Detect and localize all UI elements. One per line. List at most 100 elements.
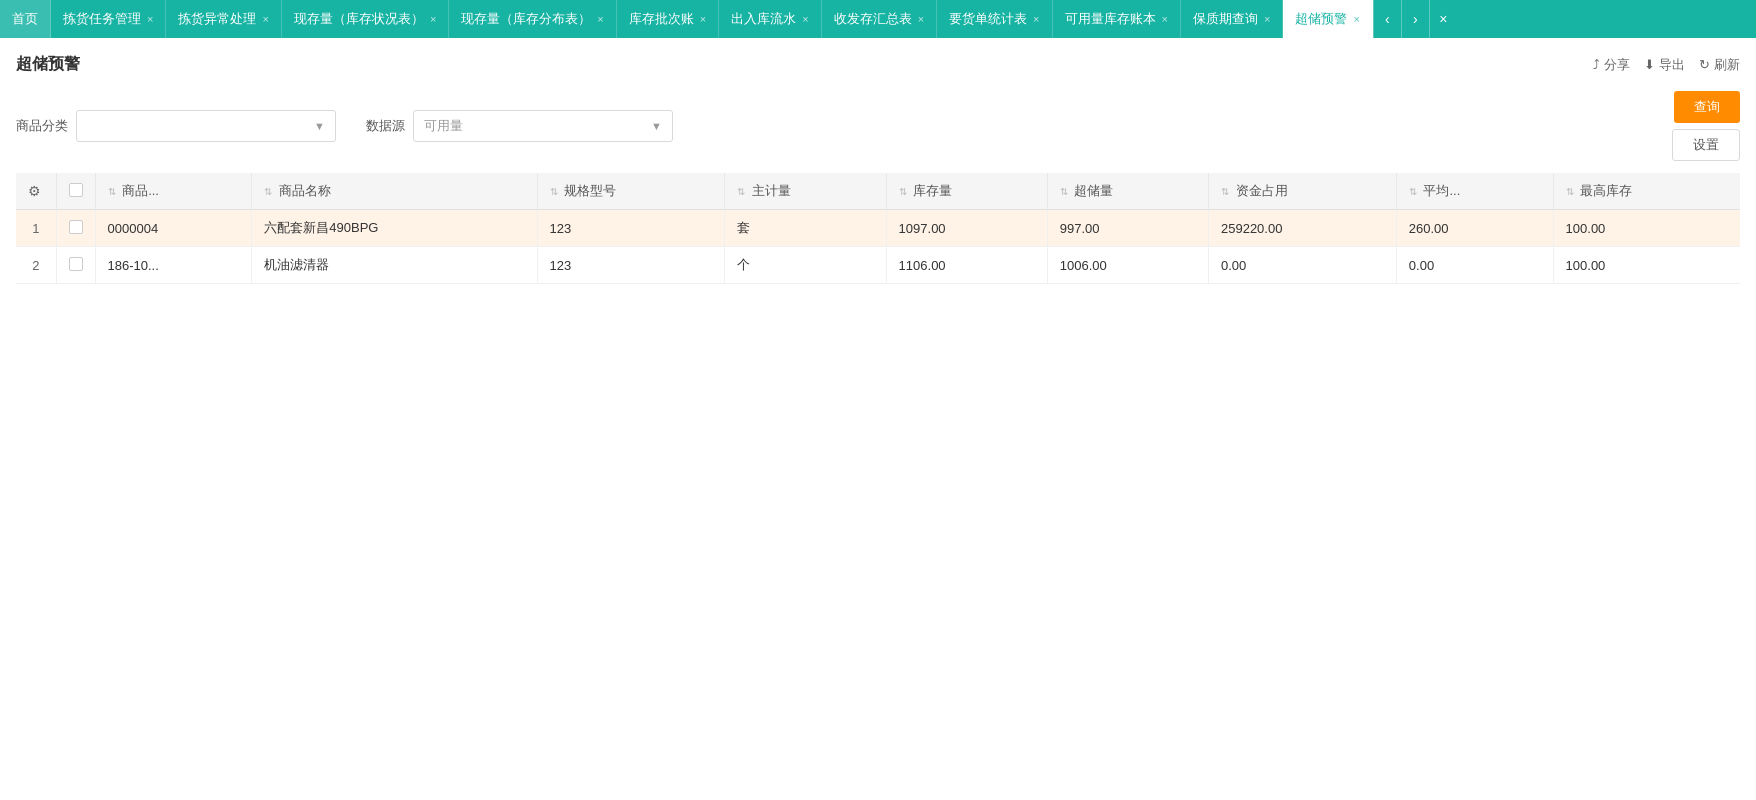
- sort-icon[interactable]: ⇅: [108, 186, 116, 197]
- nav-item-task[interactable]: 拣货任务管理 ×: [51, 0, 166, 38]
- filter-area: 商品分类 ▼ 数据源 可用量 ▼ 查询 设置: [16, 91, 1740, 161]
- th-overstock: ⇅ 超储量: [1047, 173, 1208, 210]
- nav-close-button[interactable]: ×: [1429, 0, 1457, 38]
- close-icon[interactable]: ×: [918, 13, 924, 25]
- close-icon[interactable]: ×: [700, 13, 706, 25]
- nav-item-flow[interactable]: 出入库流水 ×: [719, 0, 821, 38]
- close-icon[interactable]: ×: [1033, 13, 1039, 25]
- cell-overstock: 997.00: [1047, 210, 1208, 247]
- close-icon[interactable]: ×: [597, 13, 603, 25]
- row-number: 1: [16, 210, 56, 247]
- top-navigation: 首页 拣货任务管理 × 拣货异常处理 × 现存量（库存状况表） × 现存量（库存…: [0, 0, 1756, 38]
- filter-right: 查询 设置: [1672, 91, 1740, 161]
- cell-max-stock: 100.00: [1553, 210, 1740, 247]
- nav-item-exception[interactable]: 拣货异常处理 ×: [166, 0, 281, 38]
- cell-product-code: 186-10...: [95, 247, 252, 284]
- sort-icon[interactable]: ⇅: [737, 186, 745, 197]
- category-select[interactable]: ▼: [76, 110, 336, 142]
- datasource-select[interactable]: 可用量 ▼: [413, 110, 673, 142]
- cell-overstock: 1006.00: [1047, 247, 1208, 284]
- th-avg: ⇅ 平均...: [1396, 173, 1553, 210]
- nav-item-home[interactable]: 首页: [0, 0, 51, 38]
- th-spec: ⇅ 规格型号: [537, 173, 725, 210]
- th-product-name: ⇅ 商品名称: [252, 173, 537, 210]
- share-icon: ⤴: [1593, 57, 1600, 72]
- category-filter-group: 商品分类 ▼: [16, 110, 336, 142]
- chevron-down-icon: ▼: [651, 120, 662, 132]
- close-icon[interactable]: ×: [430, 13, 436, 25]
- filter-left: 商品分类 ▼ 数据源 可用量 ▼: [16, 110, 673, 142]
- th-stock: ⇅ 库存量: [886, 173, 1047, 210]
- cell-max-stock: 100.00: [1553, 247, 1740, 284]
- cell-product-code: 0000004: [95, 210, 252, 247]
- main-content: 超储预警 ⤴ 分享 ⬇ 导出 ↻ 刷新 商品分类 ▼: [0, 38, 1756, 800]
- nav-prev-button[interactable]: ‹: [1373, 0, 1401, 38]
- close-icon[interactable]: ×: [1353, 13, 1359, 25]
- nav-item-summary[interactable]: 收发存汇总表 ×: [822, 0, 937, 38]
- refresh-icon: ↻: [1699, 57, 1710, 72]
- th-checkbox: [56, 173, 95, 210]
- sort-icon[interactable]: ⇅: [1566, 186, 1574, 197]
- row-number: 2: [16, 247, 56, 284]
- datasource-label: 数据源: [366, 117, 405, 135]
- sort-icon[interactable]: ⇅: [550, 186, 558, 197]
- cell-spec: 123: [537, 210, 725, 247]
- row-checkbox[interactable]: [69, 220, 83, 234]
- nav-item-available[interactable]: 可用量库存账本 ×: [1053, 0, 1181, 38]
- select-all-checkbox[interactable]: [69, 183, 83, 197]
- nav-item-quality[interactable]: 保质期查询 ×: [1181, 0, 1283, 38]
- close-icon[interactable]: ×: [262, 13, 268, 25]
- cell-avg: 260.00: [1396, 210, 1553, 247]
- datasource-select-value: 可用量: [424, 117, 463, 135]
- nav-item-stock-dist[interactable]: 现存量（库存分布表） ×: [449, 0, 616, 38]
- sort-icon[interactable]: ⇅: [1409, 186, 1417, 197]
- nav-next-button[interactable]: ›: [1401, 0, 1429, 38]
- data-table: ⚙ ⇅ 商品... ⇅ 商品名称 ⇅ 规格型号 ⇅: [16, 173, 1740, 284]
- share-button[interactable]: ⤴ 分享: [1593, 56, 1630, 74]
- th-max-stock: ⇅ 最高库存: [1553, 173, 1740, 210]
- page-header: 超储预警 ⤴ 分享 ⬇ 导出 ↻ 刷新: [16, 54, 1740, 75]
- cell-unit: 套: [725, 210, 886, 247]
- cell-stock: 1106.00: [886, 247, 1047, 284]
- close-icon[interactable]: ×: [1162, 13, 1168, 25]
- cell-avg: 0.00: [1396, 247, 1553, 284]
- cell-product-name: 六配套新昌490BPG: [252, 210, 537, 247]
- nav-item-demand[interactable]: 要货单统计表 ×: [937, 0, 1052, 38]
- sort-icon[interactable]: ⇅: [899, 186, 907, 197]
- datasource-filter-group: 数据源 可用量 ▼: [366, 110, 673, 142]
- th-gear: ⚙: [16, 173, 56, 210]
- table-row: 1 0000004 六配套新昌490BPG 123 套 1097.00 997.…: [16, 210, 1740, 247]
- nav-item-stock-status[interactable]: 现存量（库存状况表） ×: [282, 0, 449, 38]
- nav-item-overstock[interactable]: 超储预警 ×: [1283, 0, 1372, 38]
- cell-unit: 个: [725, 247, 886, 284]
- sort-icon[interactable]: ⇅: [1060, 186, 1068, 197]
- cell-product-name: 机油滤清器: [252, 247, 537, 284]
- gear-icon[interactable]: ⚙: [28, 183, 41, 199]
- export-icon: ⬇: [1644, 57, 1655, 72]
- header-actions: ⤴ 分享 ⬇ 导出 ↻ 刷新: [1593, 56, 1740, 74]
- nav-item-batch[interactable]: 库存批次账 ×: [617, 0, 719, 38]
- close-icon[interactable]: ×: [802, 13, 808, 25]
- sort-icon[interactable]: ⇅: [1221, 186, 1229, 197]
- page-title: 超储预警: [16, 54, 80, 75]
- setting-button[interactable]: 设置: [1672, 129, 1740, 161]
- row-checkbox-cell: [56, 247, 95, 284]
- row-checkbox-cell: [56, 210, 95, 247]
- query-button[interactable]: 查询: [1674, 91, 1740, 123]
- export-button[interactable]: ⬇ 导出: [1644, 56, 1685, 74]
- row-checkbox[interactable]: [69, 257, 83, 271]
- cell-capital: 0.00: [1208, 247, 1396, 284]
- category-label: 商品分类: [16, 117, 68, 135]
- th-unit: ⇅ 主计量: [725, 173, 886, 210]
- sort-icon[interactable]: ⇅: [264, 186, 272, 197]
- th-product-code: ⇅ 商品...: [95, 173, 252, 210]
- chevron-down-icon: ▼: [314, 120, 325, 132]
- refresh-button[interactable]: ↻ 刷新: [1699, 56, 1740, 74]
- close-icon[interactable]: ×: [1264, 13, 1270, 25]
- close-icon[interactable]: ×: [147, 13, 153, 25]
- cell-capital: 259220.00: [1208, 210, 1396, 247]
- th-capital: ⇅ 资金占用: [1208, 173, 1396, 210]
- table-header-row: ⚙ ⇅ 商品... ⇅ 商品名称 ⇅ 规格型号 ⇅: [16, 173, 1740, 210]
- table-row: 2 186-10... 机油滤清器 123 个 1106.00 1006.00 …: [16, 247, 1740, 284]
- cell-spec: 123: [537, 247, 725, 284]
